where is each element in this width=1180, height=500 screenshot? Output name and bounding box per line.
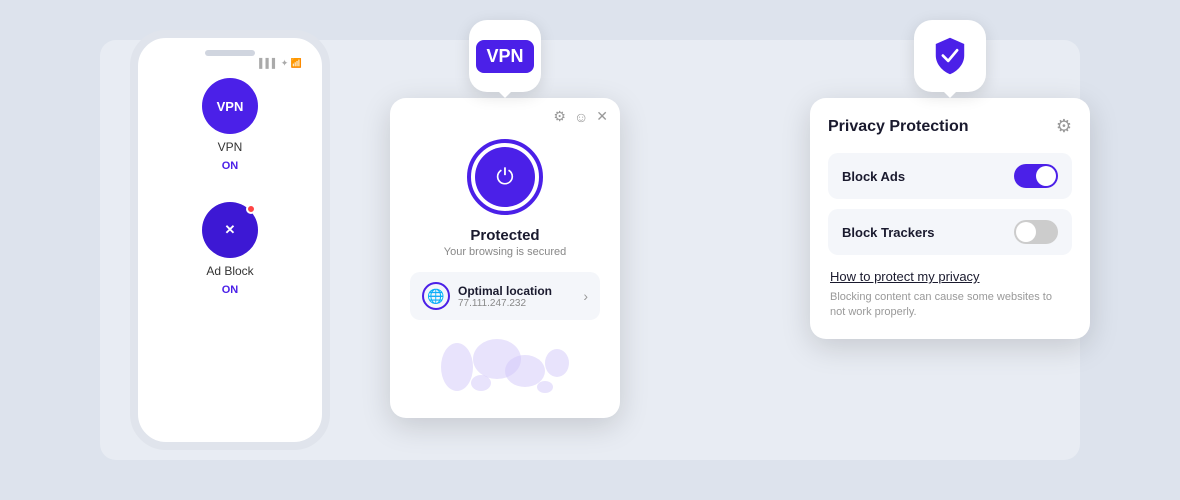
privacy-panel-header: Privacy Protection ⚙ xyxy=(828,116,1072,137)
location-ip: 77.111.247.232 xyxy=(458,298,575,309)
vpn-app-icon[interactable]: VPN xyxy=(202,78,258,134)
location-name: Optimal location xyxy=(458,284,575,298)
location-text: Optimal location 77.111.247.232 xyxy=(458,284,575,309)
adblock-app-status: ON xyxy=(222,284,239,296)
world-map-svg xyxy=(410,327,600,407)
phone-app-adblock[interactable]: ✕ Ad Block ON xyxy=(202,202,258,296)
block-trackers-toggle[interactable] xyxy=(1014,220,1058,244)
shield-check-icon xyxy=(930,36,970,76)
phone-notch xyxy=(205,50,255,56)
vpn-app-label: VPN xyxy=(218,140,243,154)
block-trackers-row[interactable]: Block Trackers xyxy=(828,209,1072,255)
privacy-note: Blocking content can cause some websites… xyxy=(830,290,1070,321)
vpn-popup-wrapper: VPN ⚙ ☺ ✕ ⏻ Protected Your browsing is s… xyxy=(390,20,620,418)
vpn-popup-icon: VPN xyxy=(469,20,541,92)
vpn-location-box[interactable]: 🌐 Optimal location 77.111.247.232 › xyxy=(410,272,600,320)
block-trackers-toggle-knob xyxy=(1016,222,1036,242)
block-ads-toggle[interactable] xyxy=(1014,164,1058,188)
block-ads-label: Block Ads xyxy=(842,169,905,184)
vpn-popup-icon-label: VPN xyxy=(476,40,533,73)
vpn-panel-content: ⏻ Protected Your browsing is secured 🌐 O… xyxy=(390,129,620,418)
vpn-panel: ⚙ ☺ ✕ ⏻ Protected Your browsing is secur… xyxy=(390,98,620,418)
vpn-panel-header: ⚙ ☺ ✕ xyxy=(390,98,620,129)
vpn-status-subtitle: Your browsing is secured xyxy=(444,246,567,258)
block-ads-row[interactable]: Block Ads xyxy=(828,153,1072,199)
vpn-app-status: ON xyxy=(222,160,239,172)
privacy-popup-icon xyxy=(914,20,986,92)
settings-icon[interactable]: ⚙ xyxy=(553,108,566,125)
power-button-ring[interactable]: ⏻ xyxy=(467,139,543,215)
notification-dot xyxy=(246,204,256,214)
chevron-right-icon: › xyxy=(583,288,588,304)
block-trackers-label: Block Trackers xyxy=(842,225,935,240)
globe-icon: 🌐 xyxy=(422,282,450,310)
phone-app-vpn[interactable]: VPN VPN ON xyxy=(202,78,258,172)
adblock-icon-text: ✕ xyxy=(225,222,236,238)
privacy-panel-title: Privacy Protection xyxy=(828,118,969,136)
world-map xyxy=(410,332,600,402)
privacy-popup-triangle xyxy=(940,88,960,98)
privacy-settings-icon[interactable]: ⚙ xyxy=(1056,116,1072,137)
adblock-app-label: Ad Block xyxy=(206,264,253,278)
block-ads-toggle-knob xyxy=(1036,166,1056,186)
vpn-status-title: Protected xyxy=(470,227,539,244)
vpn-popup-triangle xyxy=(495,88,515,98)
power-icon: ⏻ xyxy=(496,164,513,190)
privacy-panel: Privacy Protection ⚙ Block Ads Block Tra… xyxy=(810,98,1090,339)
close-icon[interactable]: ✕ xyxy=(596,108,608,125)
privacy-link[interactable]: How to protect my privacy xyxy=(830,269,1070,284)
privacy-popup-wrapper: Privacy Protection ⚙ Block Ads Block Tra… xyxy=(810,20,1090,339)
phone-mockup: ▌▌▌ ✦ 📶 VPN VPN ON ✕ Ad Block ON xyxy=(130,30,330,450)
adblock-app-icon[interactable]: ✕ xyxy=(202,202,258,258)
emoji-icon[interactable]: ☺ xyxy=(574,109,588,125)
vpn-icon-text: VPN xyxy=(217,99,244,114)
power-button[interactable]: ⏻ xyxy=(475,147,535,207)
phone-status-bar: ▌▌▌ ✦ 📶 xyxy=(259,58,302,69)
